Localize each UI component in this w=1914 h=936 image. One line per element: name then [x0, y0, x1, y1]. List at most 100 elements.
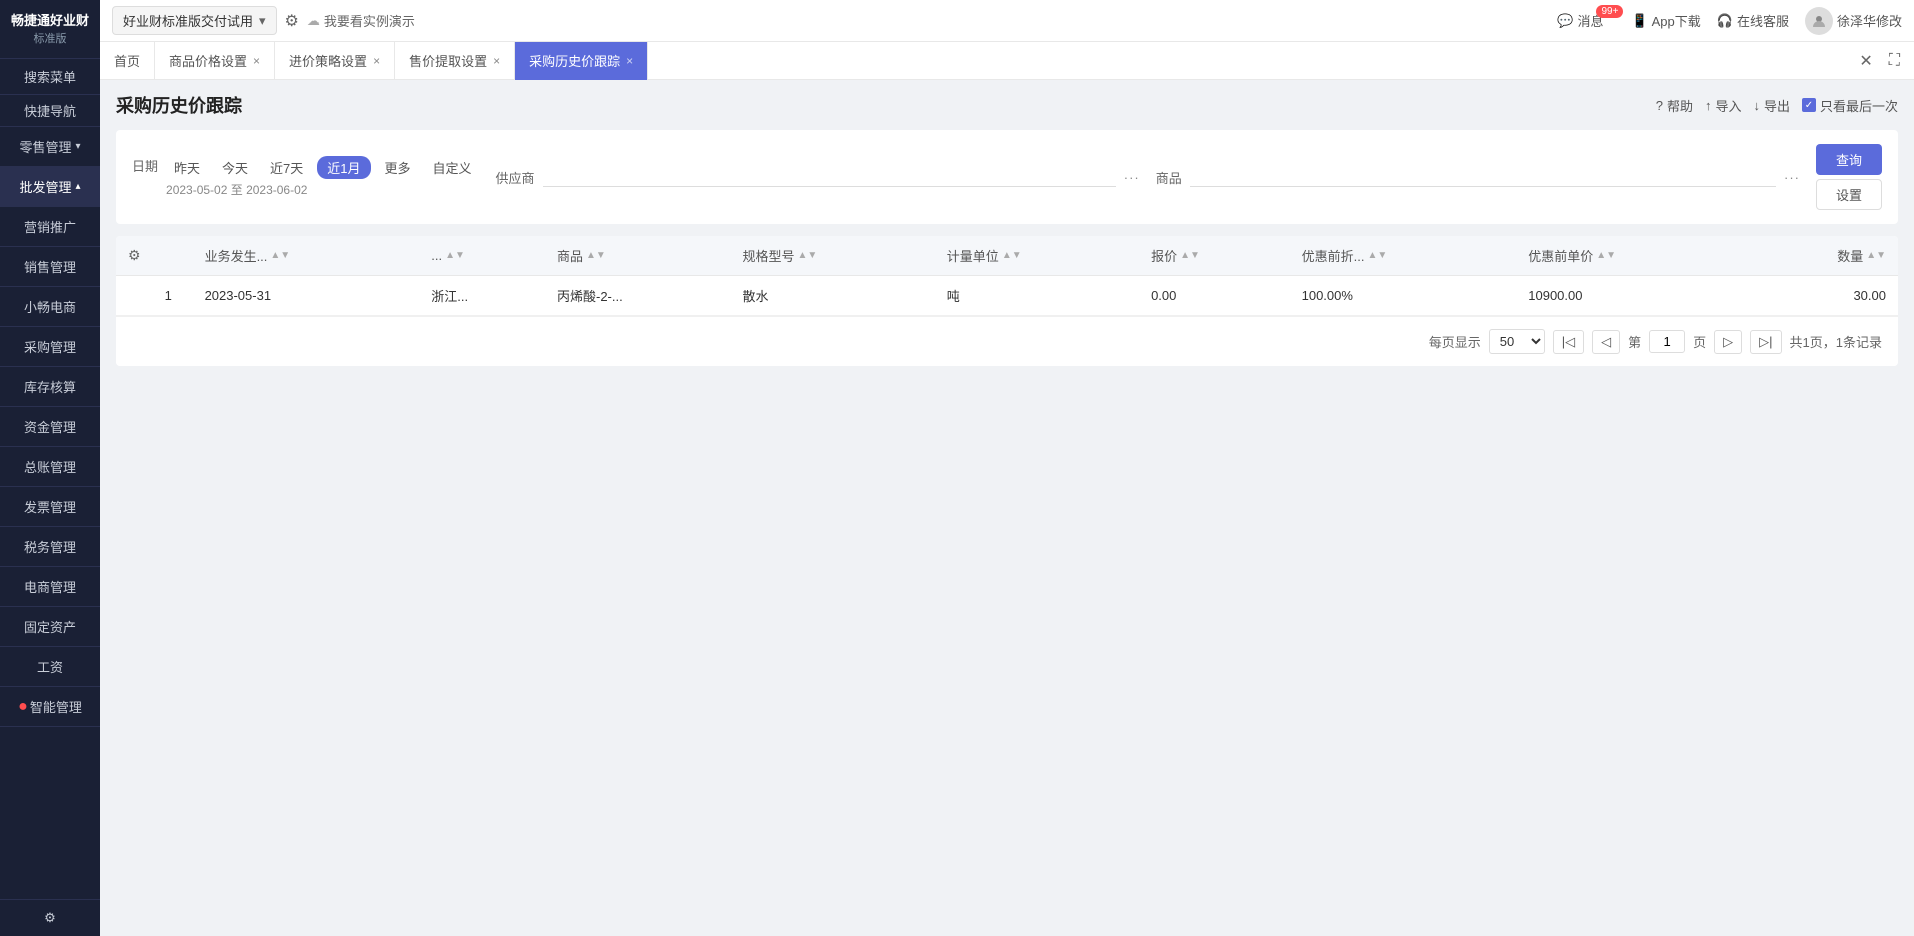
sidebar-item-ecommerce[interactable]: 电商管理: [0, 567, 100, 607]
th-price[interactable]: 报价 ▲▼: [1139, 236, 1290, 276]
sidebar-settings-btn[interactable]: ⚙: [0, 899, 100, 936]
sidebar-search[interactable]: 搜索菜单: [0, 59, 100, 95]
th-spec[interactable]: 规格型号 ▲▼: [731, 236, 935, 276]
page-number-input[interactable]: [1649, 330, 1685, 353]
help-btn[interactable]: ? 帮助: [1656, 96, 1693, 115]
sidebar-item-marketing[interactable]: 营销推广: [0, 207, 100, 247]
page-title: 采购历史价跟踪: [116, 92, 242, 118]
date-filter-group: 日期 昨天 今天 近7天 近1月 更多 自定义 2023-05-02 至 202…: [132, 156, 480, 198]
export-btn[interactable]: ↓ 导出: [1753, 96, 1790, 115]
sidebar-item-invoice[interactable]: 发票管理: [0, 487, 100, 527]
date-btn-more[interactable]: 更多: [377, 156, 419, 179]
goods-more-btn[interactable]: ···: [1784, 170, 1800, 185]
tab-purchase-strategy[interactable]: 进价策略设置 ×: [275, 42, 395, 80]
sort-icon: ▲▼: [1367, 251, 1387, 261]
sidebar-item-fixed-assets[interactable]: 固定资产: [0, 607, 100, 647]
sidebar-item-tax[interactable]: 税务管理: [0, 527, 100, 567]
sort-icon: ▲▼: [445, 251, 465, 261]
page-size-select[interactable]: 50 10 20 100: [1489, 329, 1545, 354]
sidebar-item-ecommerce-small[interactable]: 小畅电商: [0, 287, 100, 327]
tab-home[interactable]: 首页: [100, 42, 155, 80]
user-menu[interactable]: 徐泽华修改: [1805, 7, 1902, 35]
sidebar-item-general-ledger[interactable]: 总账管理: [0, 447, 100, 487]
tab-sale-extract-label: 售价提取设置: [409, 51, 487, 70]
th-date[interactable]: 业务发生... ▲▼: [193, 236, 420, 276]
row-goods: 丙烯酸-2-...: [545, 276, 731, 316]
th-goods-sort[interactable]: 商品 ▲▼: [557, 246, 719, 265]
th-quantity-sort[interactable]: 数量 ▲▼: [1759, 246, 1886, 265]
date-btn-yesterday[interactable]: 昨天: [166, 156, 208, 179]
version-selector[interactable]: 好业财标准版交付试用 ▾: [112, 6, 277, 35]
sidebar-item-smart[interactable]: ● 智能管理: [0, 687, 100, 727]
page-last-btn[interactable]: ▷|: [1750, 330, 1781, 354]
row-date: 2023-05-31: [193, 276, 420, 316]
page-prev-btn[interactable]: ◁: [1592, 330, 1620, 354]
messages-badge: 99+: [1596, 5, 1623, 18]
th-goods[interactable]: 商品 ▲▼: [545, 236, 731, 276]
th-pre-discount-price[interactable]: 优惠前单价 ▲▼: [1516, 236, 1747, 276]
page-next-btn[interactable]: ▷: [1714, 330, 1742, 354]
th-discount[interactable]: 优惠前折... ▲▼: [1290, 236, 1517, 276]
th-date-sort[interactable]: 业务发生... ▲▼: [205, 246, 408, 265]
close-window-btn[interactable]: ✕: [1853, 49, 1878, 73]
supplier-input[interactable]: [543, 167, 1116, 187]
sidebar-item-wholesale[interactable]: 批发管理 ▴: [0, 167, 100, 207]
total-info: 共1页，1条记录: [1790, 332, 1882, 351]
row-settings-cell: [116, 276, 153, 316]
close-icon[interactable]: ×: [626, 54, 633, 68]
date-btn-custom[interactable]: 自定义: [425, 156, 480, 179]
import-btn[interactable]: ↑ 导入: [1705, 96, 1742, 115]
topbar-settings-btn[interactable]: ⚙: [285, 11, 299, 31]
th-unit-sort[interactable]: 计量单位 ▲▼: [947, 246, 1127, 265]
th-spec-sort[interactable]: 规格型号 ▲▼: [743, 246, 923, 265]
tab-purchase-history[interactable]: 采购历史价跟踪 ×: [515, 42, 648, 80]
tab-home-label: 首页: [114, 51, 140, 70]
goods-input[interactable]: [1190, 167, 1776, 187]
sidebar-item-finance-label: 资金管理: [24, 417, 76, 436]
date-btn-last1month[interactable]: 近1月: [317, 156, 370, 179]
sidebar-item-payroll[interactable]: 工资: [0, 647, 100, 687]
th-discount-sort[interactable]: 优惠前折... ▲▼: [1302, 246, 1505, 265]
th-price-label: 报价: [1151, 246, 1177, 265]
maximize-btn[interactable]: ⛶: [1883, 50, 1906, 72]
filter-settings-button[interactable]: 设置: [1816, 179, 1882, 210]
sidebar-quick-nav[interactable]: 快捷导航: [0, 95, 100, 127]
sidebar-item-finance[interactable]: 资金管理: [0, 407, 100, 447]
sidebar-item-sales-label: 销售管理: [24, 257, 76, 276]
column-settings-icon[interactable]: ⚙: [128, 247, 141, 263]
app-download-btn[interactable]: 📱 App下载: [1631, 11, 1700, 30]
row-seq: 1: [153, 276, 193, 316]
close-icon[interactable]: ×: [493, 54, 500, 68]
tab-sale-extract[interactable]: 售价提取设置 ×: [395, 42, 515, 80]
sidebar-item-inventory[interactable]: 库存核算: [0, 367, 100, 407]
date-btn-last7[interactable]: 近7天: [262, 156, 311, 179]
sidebar-item-sales[interactable]: 销售管理: [0, 247, 100, 287]
date-btn-today[interactable]: 今天: [214, 156, 256, 179]
supplier-filter-group: 供应商 ···: [496, 167, 1140, 187]
import-icon: ↑: [1705, 98, 1712, 113]
dot-indicator: ●: [18, 698, 28, 716]
query-button[interactable]: 查询: [1816, 144, 1882, 175]
page-first-btn[interactable]: |◁: [1553, 330, 1584, 354]
sidebar-item-fixed-assets-label: 固定资产: [24, 617, 76, 636]
supplier-more-btn[interactable]: ···: [1124, 170, 1140, 185]
tab-price[interactable]: 商品价格设置 ×: [155, 42, 275, 80]
th-more-label: ...: [431, 248, 442, 263]
th-pre-discount-sort[interactable]: 优惠前单价 ▲▼: [1528, 246, 1735, 265]
cloud-icon: ☁: [307, 13, 320, 29]
th-more-sort[interactable]: ... ▲▼: [431, 248, 533, 263]
last-only-checkbox[interactable]: ✓ 只看最后一次: [1802, 96, 1898, 115]
th-price-sort[interactable]: 报价 ▲▼: [1151, 246, 1278, 265]
th-quantity[interactable]: 数量 ▲▼: [1747, 236, 1898, 276]
sidebar-item-retail[interactable]: 零售管理 ▾: [0, 127, 100, 167]
sidebar-item-inventory-label: 库存核算: [24, 377, 76, 396]
close-icon[interactable]: ×: [253, 54, 260, 68]
online-service-btn[interactable]: 🎧 在线客服: [1717, 11, 1789, 30]
chevron-up-icon: ▴: [75, 181, 80, 192]
sidebar-item-purchase[interactable]: 采购管理: [0, 327, 100, 367]
demo-btn[interactable]: ☁ 我要看实例演示: [307, 11, 415, 30]
messages-btn[interactable]: 💬 消息 99+: [1557, 11, 1615, 30]
close-icon[interactable]: ×: [373, 54, 380, 68]
th-unit[interactable]: 计量单位 ▲▼: [935, 236, 1139, 276]
th-more[interactable]: ... ▲▼: [419, 236, 545, 276]
